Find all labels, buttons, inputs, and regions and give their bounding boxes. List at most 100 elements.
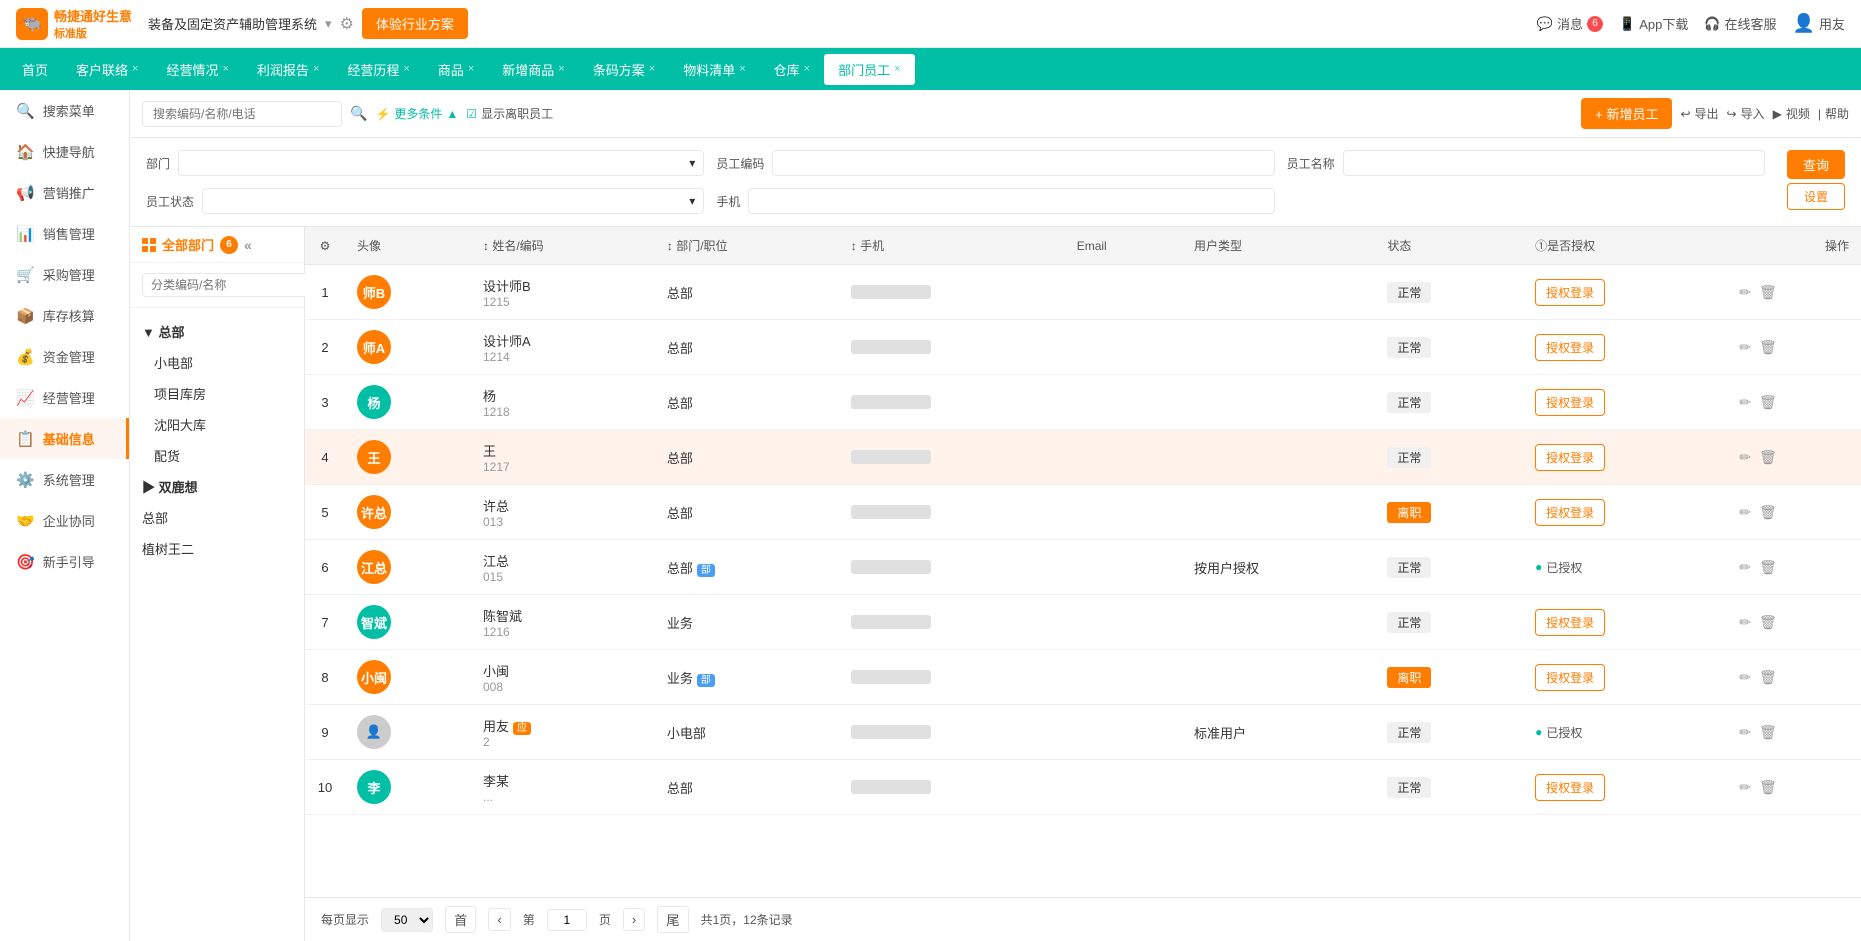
view-button[interactable]: ▶ 视频 (1773, 105, 1810, 122)
edit-icon[interactable]: ✏ (1739, 284, 1751, 301)
auth-button[interactable]: 授权登录 (1535, 774, 1605, 801)
nav-tab-条码方案[interactable]: 条码方案× (579, 54, 669, 85)
query-button[interactable]: 查询 (1787, 150, 1845, 179)
edit-icon[interactable]: ✏ (1739, 559, 1751, 576)
edit-icon[interactable]: ✏ (1739, 339, 1751, 356)
edit-icon[interactable]: ✏ (1739, 669, 1751, 686)
tab-close-icon[interactable]: × (468, 63, 474, 75)
edit-icon[interactable]: ✏ (1739, 394, 1751, 411)
tab-close-icon[interactable]: × (739, 63, 745, 75)
trial-btn[interactable]: 体验行业方案 (362, 8, 468, 39)
page-number-input[interactable] (547, 909, 587, 931)
col-settings[interactable]: ⚙ (305, 227, 345, 265)
auth-button[interactable]: 授权登录 (1535, 279, 1605, 306)
dept-node-xiangmu[interactable]: 项目库房 (130, 378, 304, 409)
tab-close-icon[interactable]: × (558, 63, 564, 75)
next-page-btn[interactable]: › (623, 908, 645, 931)
search-button[interactable]: 🔍 (350, 105, 367, 122)
edit-icon[interactable]: ✏ (1739, 614, 1751, 631)
sidebar-item-企业协同[interactable]: 🤝企业协同 (0, 500, 129, 541)
sidebar-item-经营管理[interactable]: 📈经营管理 (0, 377, 129, 418)
phone-input[interactable] (748, 188, 1274, 214)
last-page-btn[interactable]: 尾 (657, 906, 688, 933)
filter-btn[interactable]: ⚡ 更多条件 ▲ (375, 105, 458, 122)
delete-icon[interactable]: 🗑 (1759, 669, 1777, 686)
tab-close-icon[interactable]: × (222, 63, 228, 75)
nav-tab-经营历程[interactable]: 经营历程× (333, 54, 423, 85)
tab-close-icon[interactable]: × (403, 63, 409, 75)
reset-button[interactable]: 设置 (1787, 183, 1845, 210)
tab-close-icon[interactable]: × (804, 63, 810, 75)
edit-icon[interactable]: ✏ (1739, 449, 1751, 466)
auth-button[interactable]: 授权登录 (1535, 499, 1605, 526)
delete-icon[interactable]: 🗑 (1759, 559, 1777, 576)
dept-node-xiaodibu[interactable]: 小电部 (130, 347, 304, 378)
prev-page-btn[interactable]: ‹ (488, 908, 510, 931)
delete-icon[interactable]: 🗑 (1759, 449, 1777, 466)
dept-node-zongbu2[interactable]: 总部 (130, 502, 304, 533)
delete-icon[interactable]: 🗑 (1759, 394, 1777, 411)
sidebar-item-系统管理[interactable]: ⚙️系统管理 (0, 459, 129, 500)
col-dept[interactable]: ↕ 部门/职位 (655, 227, 839, 265)
settings-icon[interactable]: ⚙ (340, 14, 354, 34)
dept-node-zongbu-parent[interactable]: ▼ 总部 (130, 316, 304, 347)
nav-tab-部门员工[interactable]: 部门员工× (824, 54, 914, 85)
add-employee-button[interactable]: + 新增员工 (1581, 98, 1672, 129)
sidebar-item-销售管理[interactable]: 📊销售管理 (0, 213, 129, 254)
tab-close-icon[interactable]: × (313, 63, 319, 75)
online-service-btn[interactable]: 🎧 在线客服 (1704, 14, 1776, 33)
per-page-select[interactable]: 50 (381, 908, 433, 932)
edit-icon[interactable]: ✏ (1739, 724, 1751, 741)
dept-all-item[interactable]: 全部部门 6 « (130, 227, 304, 263)
dept-node-zhishu[interactable]: 植树王二 (130, 533, 304, 564)
sidebar-item-搜索菜单[interactable]: 🔍搜索菜单 (0, 90, 129, 131)
delete-icon[interactable]: 🗑 (1759, 504, 1777, 521)
emp-status-select[interactable]: ▾ (202, 188, 704, 214)
nav-tab-新增商品[interactable]: 新增商品× (488, 54, 578, 85)
sidebar-item-新手引导[interactable]: 🎯新手引导 (0, 541, 129, 582)
dept-search-input[interactable] (142, 273, 315, 297)
auth-button[interactable]: 授权登录 (1535, 389, 1605, 416)
export-button[interactable]: ↩ 导出 (1680, 105, 1718, 122)
sidebar-item-库存核算[interactable]: 📦库存核算 (0, 295, 129, 336)
delete-icon[interactable]: 🗑 (1759, 614, 1777, 631)
sidebar-item-快捷导航[interactable]: 🏠快捷导航 (0, 131, 129, 172)
delete-icon[interactable]: 🗑 (1759, 284, 1777, 301)
delete-icon[interactable]: 🗑 (1759, 724, 1777, 741)
sidebar-item-基础信息[interactable]: 📋基础信息 (0, 418, 129, 459)
tab-close-icon[interactable]: × (132, 63, 138, 75)
import-button[interactable]: ↪ 导入 (1727, 105, 1765, 122)
dept-node-shuangluxiang[interactable]: ▶ 双鹿想 (130, 471, 304, 502)
col-name[interactable]: ↕ 姓名/编码 (471, 227, 655, 265)
nav-tab-利润报告[interactable]: 利润报告× (243, 54, 333, 85)
emp-code-input[interactable] (772, 150, 1274, 176)
col-phone[interactable]: ↕ 手机 (839, 227, 1065, 265)
nav-tab-经营情况[interactable]: 经营情况× (152, 54, 242, 85)
tab-close-icon[interactable]: × (894, 63, 900, 75)
emp-name-input[interactable] (1343, 150, 1765, 176)
dept-node-shenyang[interactable]: 沈阳大库 (130, 409, 304, 440)
show-resigned-toggle[interactable]: ☑ 显示离职员工 (466, 105, 553, 122)
auth-button[interactable]: 授权登录 (1535, 664, 1605, 691)
tab-close-icon[interactable]: × (649, 63, 655, 75)
delete-icon[interactable]: 🗑 (1759, 339, 1777, 356)
nav-tab-仓库[interactable]: 仓库× (760, 54, 824, 85)
sidebar-item-资金管理[interactable]: 💰资金管理 (0, 336, 129, 377)
auth-button[interactable]: 授权登录 (1535, 444, 1605, 471)
app-download-btn[interactable]: 📱 App下载 (1619, 14, 1688, 33)
dept-select[interactable]: ▾ (178, 150, 704, 176)
nav-tab-首页[interactable]: 首页 (8, 54, 62, 85)
sidebar-item-采购管理[interactable]: 🛒采购管理 (0, 254, 129, 295)
collapse-btn[interactable]: « (244, 237, 252, 253)
auth-button[interactable]: 授权登录 (1535, 334, 1605, 361)
sidebar-item-营销推广[interactable]: 📢营销推广 (0, 172, 129, 213)
search-input[interactable] (142, 101, 342, 127)
user-area[interactable]: 👤 用友 (1793, 13, 1845, 34)
first-page-btn[interactable]: 首 (445, 906, 476, 933)
nav-tab-商品[interactable]: 商品× (424, 54, 488, 85)
message-btn[interactable]: 💬 消息 6 (1537, 14, 1603, 33)
help-button[interactable]: | 帮助 (1818, 105, 1849, 122)
delete-icon[interactable]: 🗑 (1759, 779, 1777, 796)
sys-dropdown-icon[interactable]: ▾ (325, 16, 332, 32)
nav-tab-物料清单[interactable]: 物料清单× (669, 54, 759, 85)
